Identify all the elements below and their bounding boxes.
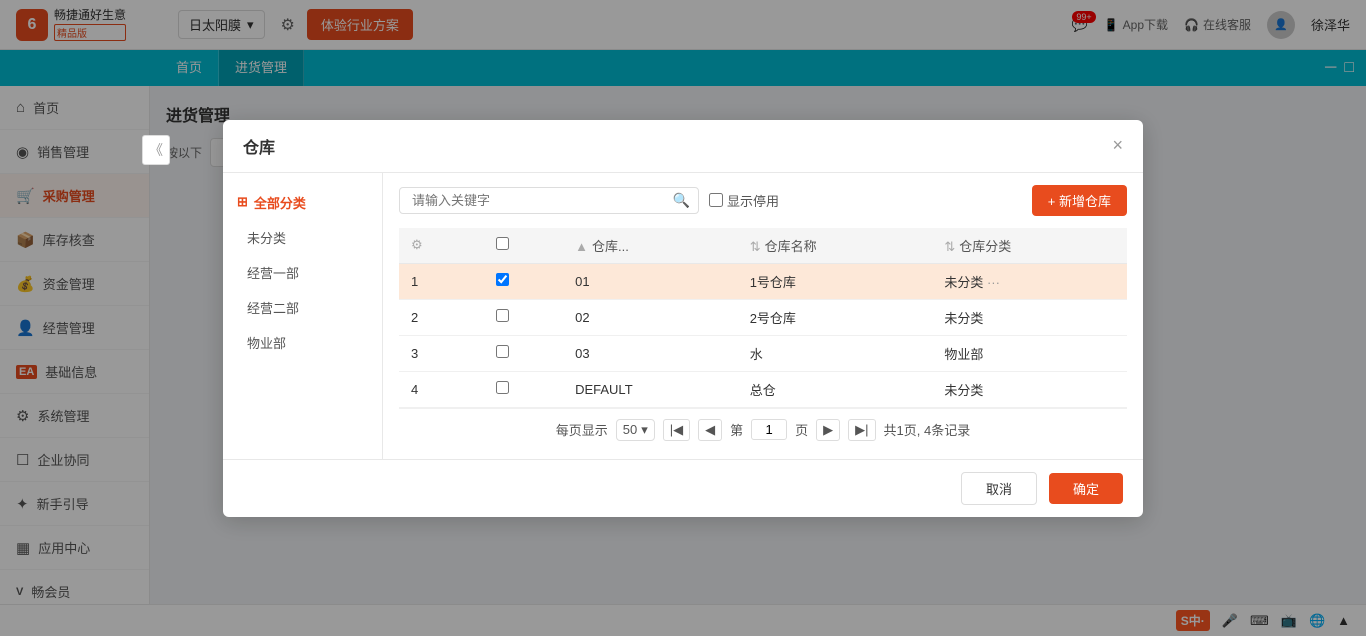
pagination: 每页显示 50 ▾ |◀ ◀ 第 页 ▶ ▶| 共1页, 4条记录 [399, 408, 1127, 447]
search-icon: 🔍 [673, 192, 690, 209]
last-page-btn[interactable]: ▶| [848, 419, 875, 441]
confirm-button[interactable]: 确定 [1049, 473, 1123, 504]
col-code[interactable]: ▲仓库... [563, 228, 738, 264]
row-checkbox[interactable] [496, 309, 509, 322]
sort-icon-category: ⇅ [944, 239, 955, 254]
row-checkbox-cell[interactable] [484, 371, 563, 407]
show-disabled-text: 显示停用 [727, 191, 779, 210]
all-category-label: 全部分类 [254, 193, 306, 212]
row-checkbox-cell[interactable] [484, 335, 563, 371]
row-category: 未分类 [932, 299, 1127, 335]
modal-main: 🔍 显示停用 + 新增仓库 ⚙ [383, 173, 1143, 459]
page-suffix: 页 [795, 420, 808, 439]
modal-sidebar-property[interactable]: 物业部 [223, 325, 382, 360]
modal-sidebar-all[interactable]: ⊞ 全部分类 [223, 185, 382, 220]
per-page-select[interactable]: 50 ▾ [616, 419, 655, 441]
page-number-input[interactable] [751, 419, 787, 440]
table-row[interactable]: 1 01 1号仓库 未分类 ··· [399, 263, 1127, 299]
modal-toolbar: 🔍 显示停用 + 新增仓库 [399, 185, 1127, 216]
row-checkbox[interactable] [496, 381, 509, 394]
modal-close-button[interactable]: × [1112, 135, 1123, 156]
warehouse-search-input[interactable] [408, 188, 673, 213]
modal-sidebar-uncategorized[interactable]: 未分类 [223, 220, 382, 255]
row-category: 物业部 [932, 335, 1127, 371]
row-checkbox[interactable] [496, 345, 509, 358]
row-index: 2 [399, 299, 484, 335]
total-label: 共1页, 4条记录 [884, 420, 971, 439]
warehouse-modal: 仓库 × ⊞ 全部分类 未分类 经营一部 经营二部 物业部 《 [223, 120, 1143, 517]
modal-footer: 取消 确定 [223, 459, 1143, 517]
sort-icon-code: ▲ [575, 239, 588, 254]
prev-page-btn[interactable]: ◀ [698, 419, 722, 441]
modal-sidebar-ops2[interactable]: 经营二部 [223, 290, 382, 325]
row-actions[interactable]: ··· [987, 275, 1000, 290]
row-name: 总仓 [738, 371, 933, 407]
modal-sidebar-ops1[interactable]: 经营一部 [223, 255, 382, 290]
row-name: 1号仓库 [738, 263, 933, 299]
page-label: 第 [730, 420, 743, 439]
per-page-label: 每页显示 [556, 420, 608, 439]
row-index: 1 [399, 263, 484, 299]
sort-icon-name: ⇅ [750, 239, 761, 254]
row-checkbox-cell[interactable] [484, 263, 563, 299]
search-wrapper: 🔍 [399, 187, 699, 214]
next-page-btn[interactable]: ▶ [816, 419, 840, 441]
modal-header: 仓库 × [223, 120, 1143, 173]
row-code: DEFAULT [563, 371, 738, 407]
new-warehouse-button[interactable]: + 新增仓库 [1032, 185, 1127, 216]
row-category: 未分类 ··· [932, 263, 1127, 299]
settings-col-icon: ⚙ [411, 237, 423, 252]
col-name[interactable]: ⇅仓库名称 [738, 228, 933, 264]
row-checkbox[interactable] [496, 273, 509, 286]
modal-title: 仓库 [243, 134, 275, 158]
modal-body: ⊞ 全部分类 未分类 经营一部 经营二部 物业部 《 🔍 [223, 173, 1143, 459]
modal-sidebar: ⊞ 全部分类 未分类 经营一部 经营二部 物业部 《 [223, 173, 383, 459]
row-category: 未分类 [932, 371, 1127, 407]
first-page-btn[interactable]: |◀ [663, 419, 690, 441]
row-code: 02 [563, 299, 738, 335]
col-check [484, 228, 563, 264]
col-category[interactable]: ⇅仓库分类 [932, 228, 1127, 264]
row-code: 03 [563, 335, 738, 371]
row-name: 2号仓库 [738, 299, 933, 335]
cancel-button[interactable]: 取消 [961, 472, 1037, 505]
show-disabled-checkbox[interactable] [709, 193, 723, 207]
row-index: 3 [399, 335, 484, 371]
row-checkbox-cell[interactable] [484, 299, 563, 335]
col-index: ⚙ [399, 228, 484, 264]
table-row[interactable]: 3 03 水 物业部 [399, 335, 1127, 371]
row-name: 水 [738, 335, 933, 371]
modal-overlay: 仓库 × ⊞ 全部分类 未分类 经营一部 经营二部 物业部 《 [0, 0, 1366, 636]
warehouse-table: ⚙ ▲仓库... ⇅仓库名称 ⇅仓库分类 [399, 228, 1127, 408]
row-code: 01 [563, 263, 738, 299]
per-page-dropdown-icon: ▾ [641, 422, 648, 438]
select-all-checkbox[interactable] [496, 237, 509, 250]
row-index: 4 [399, 371, 484, 407]
show-disabled-label[interactable]: 显示停用 [709, 191, 779, 210]
table-row[interactable]: 2 02 2号仓库 未分类 [399, 299, 1127, 335]
grid-icon: ⊞ [237, 194, 248, 210]
table-row[interactable]: 4 DEFAULT 总仓 未分类 [399, 371, 1127, 407]
